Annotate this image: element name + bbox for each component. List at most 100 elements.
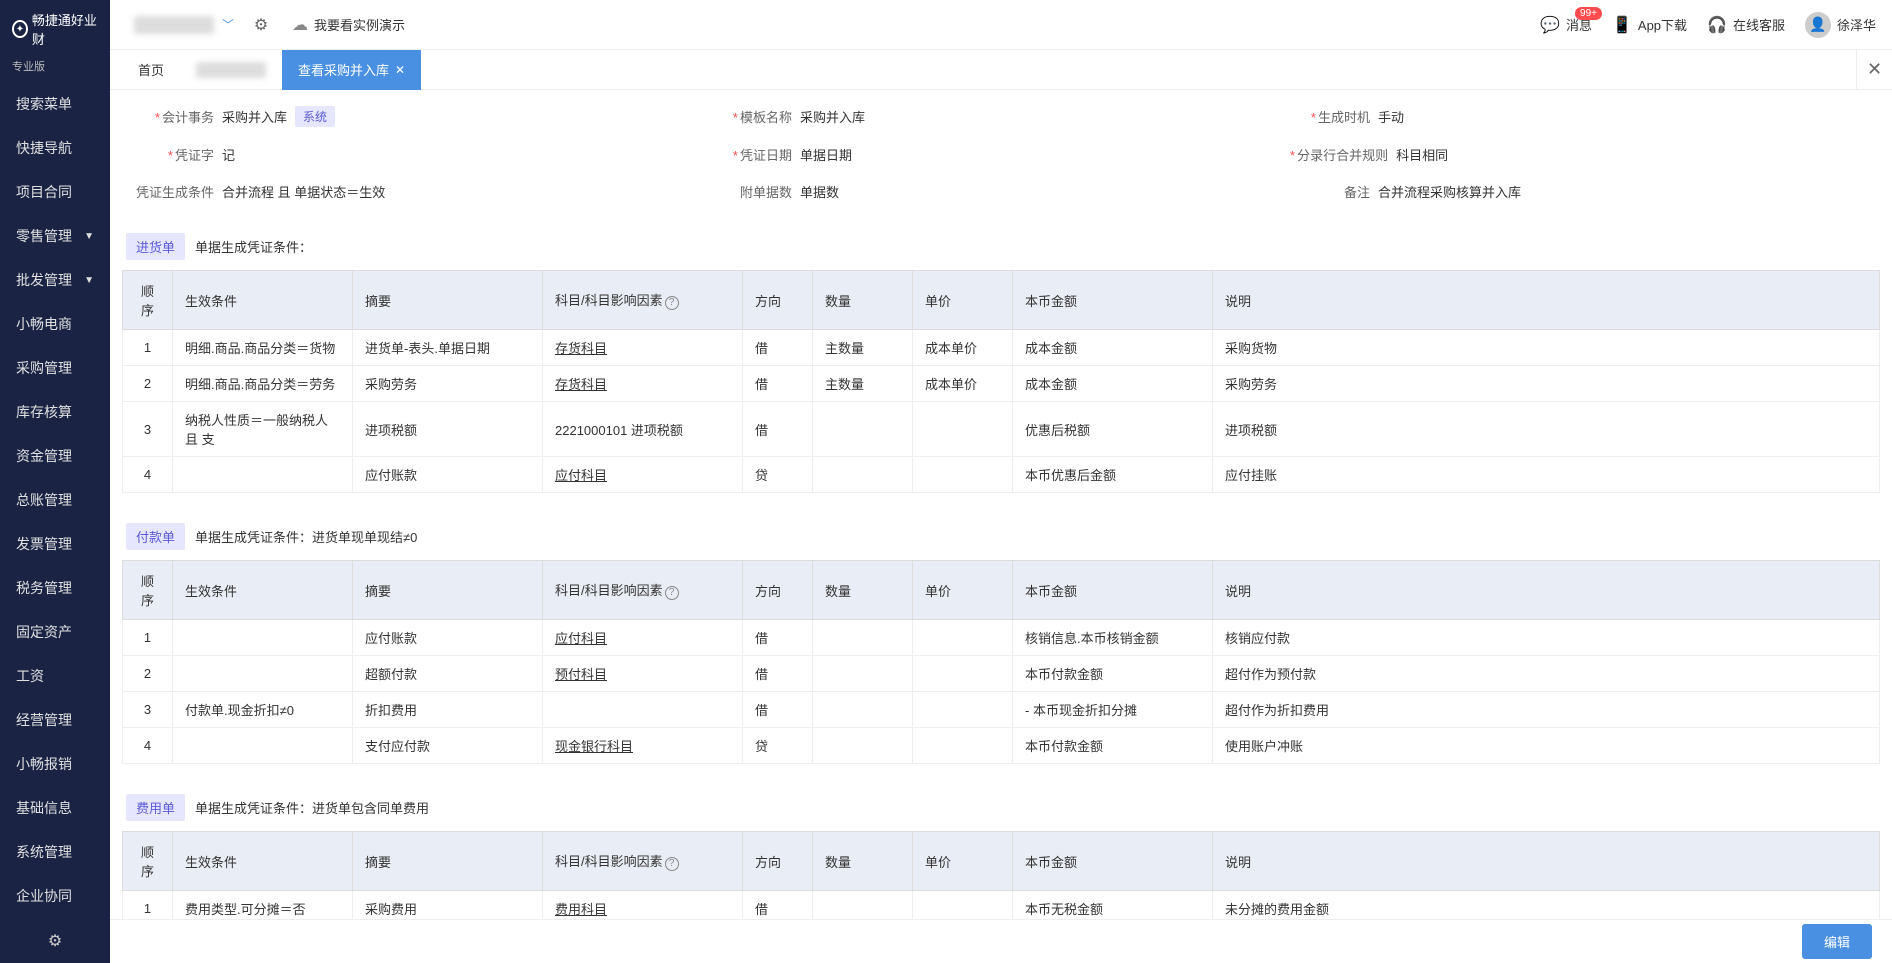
cell-summary: 采购劳务 — [353, 366, 543, 402]
sidebar-item-1[interactable]: 快捷导航 — [0, 126, 110, 170]
sidebar-item-label: 固定资产 — [16, 622, 72, 642]
cell-price — [913, 728, 1013, 764]
cell-qty: 主数量 — [813, 330, 913, 366]
footer: 编辑 — [110, 919, 1892, 963]
sidebar-item-4[interactable]: 批发管理 ▼ — [0, 258, 110, 302]
sidebar-item-6[interactable]: 采购管理 — [0, 346, 110, 390]
col-header-desc: 说明 — [1213, 561, 1880, 620]
cell-subject — [543, 692, 743, 728]
header-message[interactable]: 💬 消息 99+ — [1540, 15, 1592, 35]
headset-icon: 🎧 — [1707, 15, 1727, 35]
sidebar-item-8[interactable]: 资金管理 — [0, 434, 110, 478]
cell-cond: 纳税人性质＝一般纳税人 且 支 — [173, 402, 353, 457]
col-header-qty: 数量 — [813, 271, 913, 330]
sidebar-item-17[interactable]: 系统管理 — [0, 830, 110, 874]
col-header-summary: 摘要 — [353, 832, 543, 891]
col-header-seq: 顺序 — [123, 271, 173, 330]
cell-amt: - 本币现金折扣分摊 — [1013, 692, 1213, 728]
cell-desc: 超付作为预付款 — [1213, 656, 1880, 692]
cell-amt: 本币优惠后金额 — [1013, 457, 1213, 493]
cell-dir: 借 — [743, 656, 813, 692]
cell-qty — [813, 728, 913, 764]
close-all-icon[interactable]: ✕ — [1856, 50, 1892, 90]
header: ﹀ ⚙ ☁ 我要看实例演示 💬 消息 99+ 📱 App下载 🎧 在线客服 — [110, 0, 1892, 50]
sidebar: ✦ 畅捷通好业财 专业版 搜索菜单快捷导航项目合同零售管理▼批发管理▼小畅电商采… — [0, 0, 110, 963]
section-tab-2[interactable]: 付款单 — [126, 523, 185, 550]
sidebar-item-2[interactable]: 项目合同 — [0, 170, 110, 214]
sidebar-item-12[interactable]: 固定资产 — [0, 610, 110, 654]
cell-subject: 2221000101 进项税额 — [543, 402, 743, 457]
cell-summary: 支付应付款 — [353, 728, 543, 764]
sidebar-item-label: 库存核算 — [16, 402, 72, 422]
sidebar-item-0[interactable]: 搜索菜单 — [0, 82, 110, 126]
cell-price — [913, 457, 1013, 493]
sidebar-item-label: 总账管理 — [16, 490, 72, 510]
help-icon[interactable]: ? — [665, 586, 679, 600]
tab-home[interactable]: 首页 — [122, 50, 180, 90]
sidebar-item-label: 零售管理 — [16, 226, 72, 246]
sidebar-item-7[interactable]: 库存核算 — [0, 390, 110, 434]
col-header-dir: 方向 — [743, 561, 813, 620]
sidebar-item-label: 发票管理 — [16, 534, 72, 554]
sidebar-item-10[interactable]: 发票管理 — [0, 522, 110, 566]
header-download[interactable]: 📱 App下载 — [1612, 15, 1687, 35]
cell-price — [913, 656, 1013, 692]
demo-text: 我要看实例演示 — [314, 15, 405, 34]
col-header-price: 单价 — [913, 271, 1013, 330]
cell-subject: 现金银行科目 — [543, 728, 743, 764]
cell-qty — [813, 620, 913, 656]
cell-price: 成本单价 — [913, 366, 1013, 402]
cell-dir: 贷 — [743, 457, 813, 493]
phone-icon: 📱 — [1612, 15, 1632, 35]
col-header-qty: 数量 — [813, 561, 913, 620]
sidebar-item-14[interactable]: 经营管理 — [0, 698, 110, 742]
tab-active[interactable]: 查看采购并入库 ✕ — [282, 50, 421, 90]
sidebar-item-label: 批发管理 — [16, 270, 72, 290]
sidebar-settings-icon[interactable]: ⚙ — [0, 919, 110, 963]
field-gen-timing: 手动 — [1378, 107, 1404, 126]
cell-dir: 借 — [743, 402, 813, 457]
col-header-cond: 生效条件 — [173, 561, 353, 620]
section-tab-3[interactable]: 费用单 — [126, 794, 185, 821]
section-tab-1[interactable]: 进货单 — [126, 233, 185, 260]
col-header-subject: 科目/科目影响因素? — [543, 561, 743, 620]
tab-redacted[interactable] — [180, 50, 282, 90]
sidebar-item-11[interactable]: 税务管理 — [0, 566, 110, 610]
org-selector[interactable]: ﹀ — [126, 12, 242, 38]
sidebar-item-label: 项目合同 — [16, 182, 72, 202]
table-row: 2明细.商品.商品分类＝劳务采购劳务存货科目借主数量成本单价成本金额采购劳务 — [123, 366, 1880, 402]
table-row: 1明细.商品.商品分类＝货物进货单-表头.单据日期存货科目借主数量成本单价成本金… — [123, 330, 1880, 366]
sidebar-item-16[interactable]: 基础信息 — [0, 786, 110, 830]
header-user[interactable]: 👤 徐泽华 — [1805, 12, 1876, 38]
table-1: 顺序生效条件摘要科目/科目影响因素?方向数量单价本币金额说明 1明细.商品.商品… — [122, 270, 1880, 493]
col-header-subject: 科目/科目影响因素? — [543, 271, 743, 330]
content: *会计事务 采购并入库 系统 *模板名称 采购并入库 *生成时机 手动 — [110, 90, 1892, 963]
sidebar-item-3[interactable]: 零售管理▼ — [0, 214, 110, 258]
brand-icon: ✦ — [12, 20, 28, 38]
cell-dir: 贷 — [743, 728, 813, 764]
edit-button[interactable]: 编辑 — [1802, 924, 1872, 959]
cell-summary: 进项税额 — [353, 402, 543, 457]
sidebar-item-18[interactable]: 企业协同 — [0, 874, 110, 918]
caret-down-icon: ▼ — [84, 275, 94, 286]
table-row: 4应付账款应付科目贷本币优惠后金额应付挂账 — [123, 457, 1880, 493]
cell-summary: 进货单-表头.单据日期 — [353, 330, 543, 366]
cell-desc: 进项税额 — [1213, 402, 1880, 457]
col-header-desc: 说明 — [1213, 832, 1880, 891]
cell-subject: 存货科目 — [543, 330, 743, 366]
help-icon[interactable]: ? — [665, 857, 679, 871]
demo-link[interactable]: ☁ 我要看实例演示 — [292, 15, 405, 35]
settings-icon[interactable]: ⚙ — [250, 14, 272, 36]
close-icon[interactable]: ✕ — [395, 63, 405, 77]
sidebar-item-5[interactable]: 小畅电商 — [0, 302, 110, 346]
header-service[interactable]: 🎧 在线客服 — [1707, 15, 1785, 35]
sidebar-item-9[interactable]: 总账管理 — [0, 478, 110, 522]
col-header-price: 单价 — [913, 832, 1013, 891]
field-voucher-word: 记 — [222, 145, 235, 164]
field-gen-condition: 合并流程 且 单据状态＝生效 — [222, 182, 385, 201]
cell-summary: 应付账款 — [353, 457, 543, 493]
help-icon[interactable]: ? — [665, 296, 679, 310]
sidebar-item-15[interactable]: 小畅报销 — [0, 742, 110, 786]
cell-amt: 本币付款金额 — [1013, 728, 1213, 764]
sidebar-item-13[interactable]: 工资 — [0, 654, 110, 698]
